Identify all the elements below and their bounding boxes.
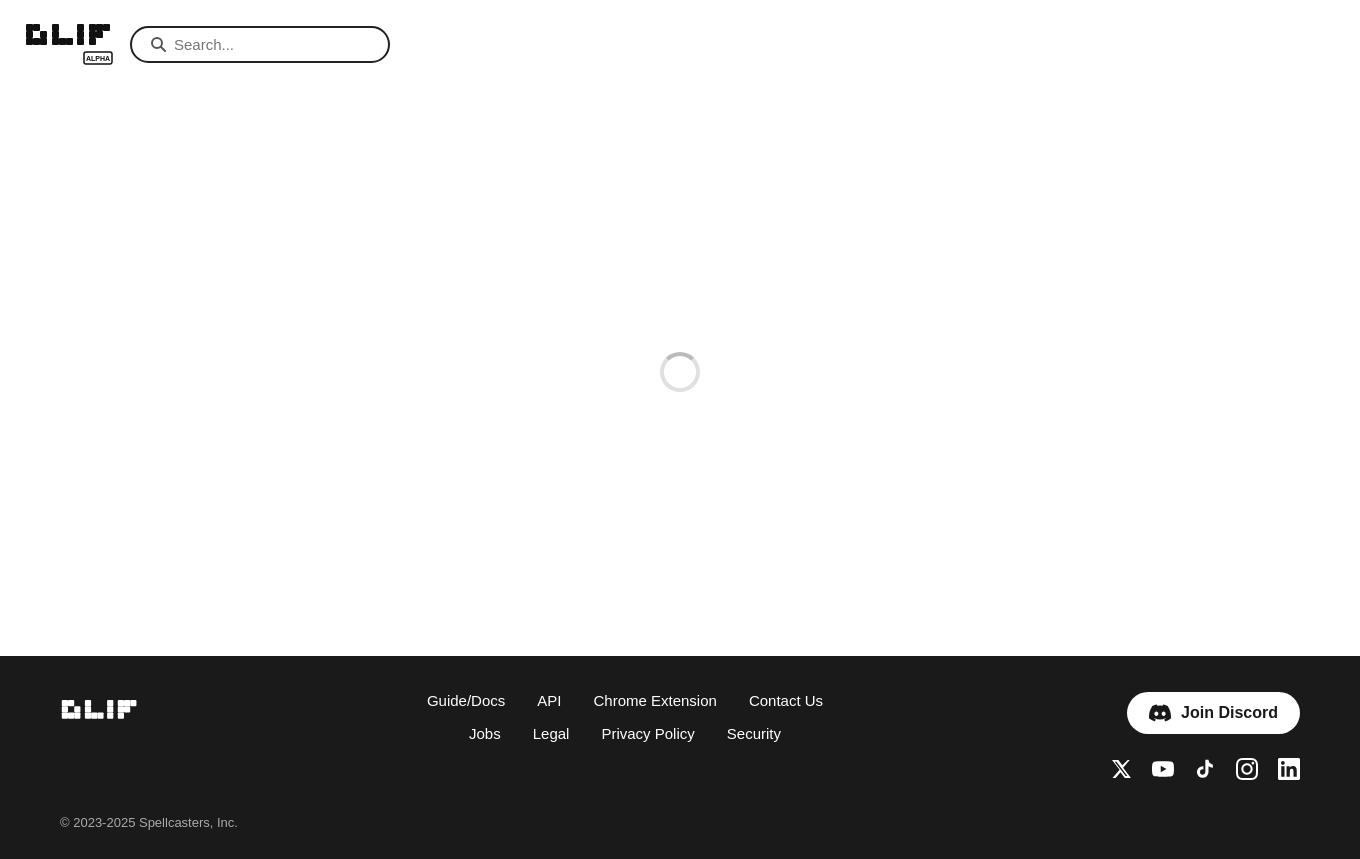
- svg-rect-42: [130, 700, 136, 706]
- svg-line-24: [161, 47, 165, 51]
- footer-link-legal[interactable]: Legal: [533, 725, 570, 742]
- glif-logo-footer: [60, 692, 140, 740]
- svg-rect-38: [107, 706, 113, 712]
- discord-icon: [1149, 702, 1171, 724]
- footer-link-privacy[interactable]: Privacy Policy: [601, 725, 694, 742]
- svg-rect-9: [52, 38, 59, 45]
- svg-rect-11: [66, 38, 73, 45]
- svg-rect-17: [103, 24, 110, 31]
- svg-rect-34: [85, 712, 91, 718]
- svg-rect-5: [40, 38, 47, 45]
- svg-rect-20: [89, 38, 96, 45]
- discord-btn-label: Join Discord: [1181, 704, 1278, 722]
- svg-rect-2: [33, 24, 40, 31]
- svg-rect-45: [118, 712, 124, 718]
- svg-rect-0: [26, 24, 33, 31]
- svg-rect-31: [74, 706, 80, 712]
- linkedin-link[interactable]: [1278, 758, 1300, 785]
- svg-rect-28: [68, 712, 74, 718]
- search-icon: [150, 36, 166, 52]
- svg-rect-27: [68, 700, 74, 706]
- svg-rect-32: [85, 700, 91, 706]
- twitter-x-icon: [1110, 758, 1132, 780]
- footer-link-jobs[interactable]: Jobs: [469, 725, 501, 742]
- tiktok-link[interactable]: [1194, 758, 1216, 785]
- social-icons: [1110, 758, 1300, 785]
- footer-copyright-area: © 2023-2025 Spellcasters, Inc.: [60, 813, 1300, 831]
- footer-links-row1: Guide/Docs API Chrome Extension Contact …: [427, 692, 823, 709]
- svg-rect-19: [96, 31, 103, 38]
- svg-rect-33: [85, 706, 91, 712]
- join-discord-button[interactable]: Join Discord: [1127, 692, 1300, 734]
- svg-rect-6: [40, 31, 47, 38]
- footer-link-guide[interactable]: Guide/Docs: [427, 692, 505, 709]
- svg-rect-40: [118, 700, 124, 706]
- footer-logo-container: [60, 692, 140, 744]
- svg-rect-35: [91, 712, 97, 718]
- svg-rect-14: [77, 38, 84, 45]
- twitter-x-link[interactable]: [1110, 758, 1132, 785]
- footer-nav: Guide/Docs API Chrome Extension Contact …: [140, 692, 1110, 742]
- footer-link-contact[interactable]: Contact Us: [749, 692, 823, 709]
- tiktok-icon: [1194, 758, 1216, 780]
- svg-rect-39: [107, 712, 113, 718]
- svg-rect-10: [59, 38, 66, 45]
- search-bar[interactable]: [130, 26, 390, 63]
- glif-logo-header: ALPHA: [24, 16, 114, 68]
- svg-rect-18: [89, 31, 96, 38]
- svg-rect-30: [74, 712, 80, 718]
- svg-rect-3: [33, 38, 40, 45]
- search-input[interactable]: [174, 36, 370, 53]
- svg-rect-25: [62, 700, 68, 706]
- instagram-icon: [1236, 758, 1258, 780]
- svg-rect-26: [62, 712, 68, 718]
- svg-text:ALPHA: ALPHA: [86, 55, 110, 62]
- svg-rect-13: [77, 31, 84, 38]
- svg-rect-41: [124, 700, 130, 706]
- svg-rect-1: [26, 38, 33, 45]
- svg-rect-4: [26, 31, 33, 38]
- site-footer: Guide/Docs API Chrome Extension Contact …: [0, 656, 1360, 859]
- site-header: ALPHA: [0, 0, 1360, 88]
- svg-rect-43: [118, 706, 124, 712]
- copyright-text: © 2023-2025 Spellcasters, Inc.: [60, 815, 238, 830]
- linkedin-icon: [1278, 758, 1300, 780]
- svg-rect-29: [62, 706, 68, 712]
- svg-rect-8: [52, 31, 59, 38]
- footer-link-api[interactable]: API: [537, 692, 561, 709]
- svg-rect-12: [77, 24, 84, 31]
- svg-rect-37: [107, 700, 113, 706]
- svg-rect-36: [97, 712, 103, 718]
- svg-rect-16: [96, 24, 103, 31]
- youtube-link[interactable]: [1152, 758, 1174, 785]
- svg-rect-15: [89, 24, 96, 31]
- footer-links-row2: Jobs Legal Privacy Policy Security: [469, 725, 781, 742]
- footer-link-chrome[interactable]: Chrome Extension: [593, 692, 716, 709]
- youtube-icon: [1152, 758, 1174, 780]
- svg-rect-44: [124, 706, 130, 712]
- logo-container: ALPHA: [24, 16, 114, 72]
- instagram-link[interactable]: [1236, 758, 1258, 785]
- footer-right: Join Discord: [1110, 692, 1300, 785]
- main-content: [0, 88, 1360, 656]
- loading-spinner: [660, 352, 700, 392]
- footer-link-security[interactable]: Security: [727, 725, 781, 742]
- svg-rect-7: [52, 24, 59, 31]
- logo-link[interactable]: ALPHA: [24, 16, 114, 72]
